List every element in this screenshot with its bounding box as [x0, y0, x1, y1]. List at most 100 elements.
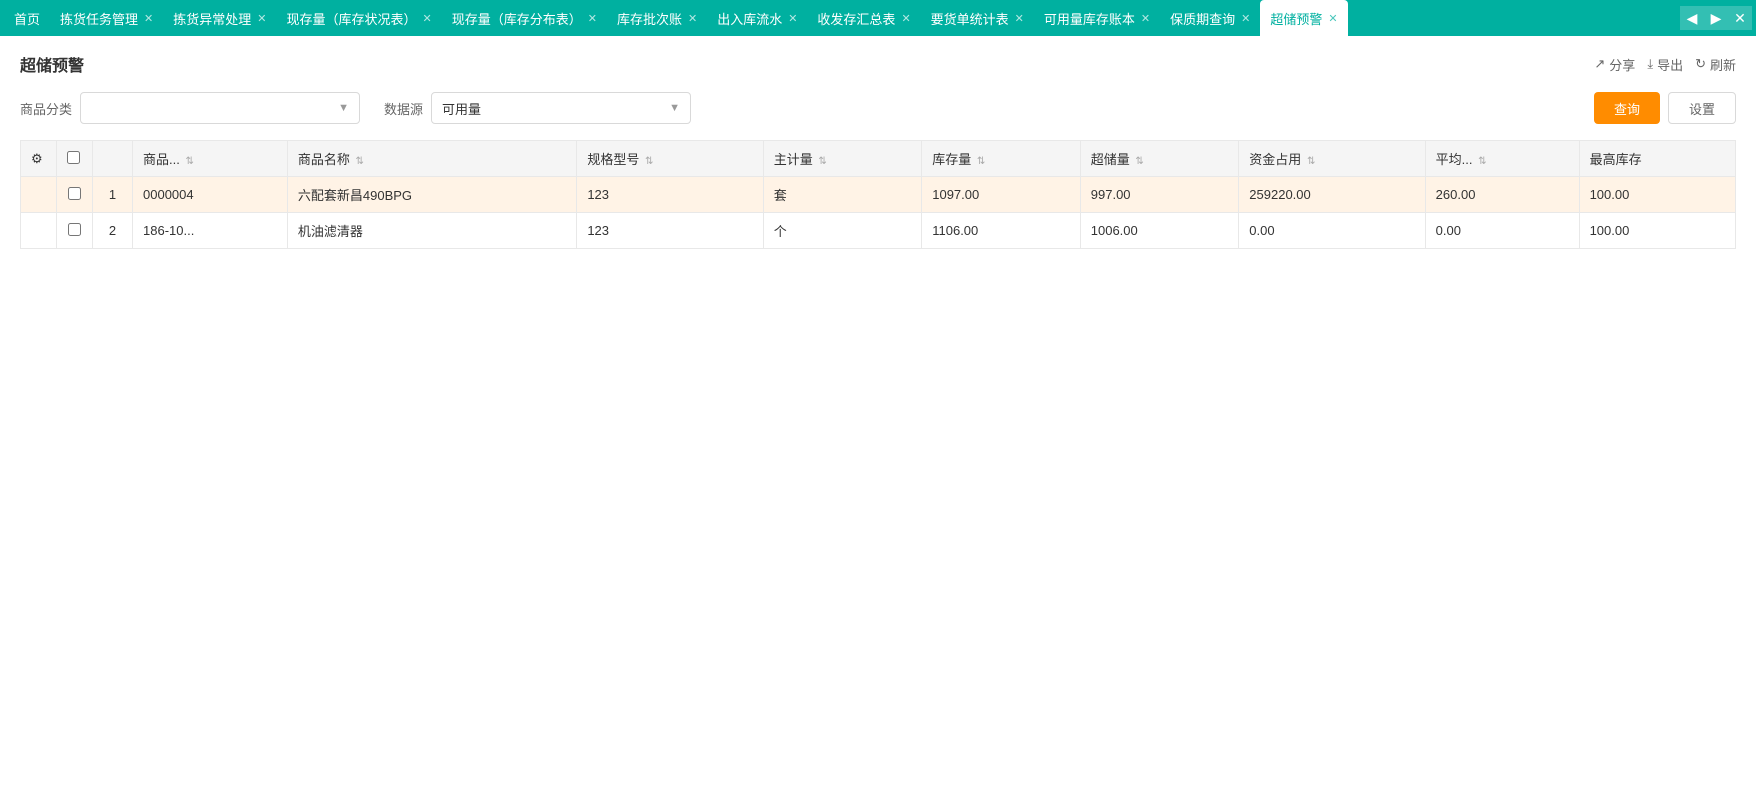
nav-arrow-right[interactable]: ▶: [1704, 6, 1728, 30]
col-overstock-header[interactable]: 超储量 ⇅: [1080, 141, 1239, 177]
datasource-select-value: 可用量: [442, 99, 481, 118]
page-title: 超储预警: [20, 52, 84, 76]
close-tab-task-mgmt[interactable]: ✕: [144, 12, 153, 25]
close-tab-abnormal[interactable]: ✕: [257, 12, 266, 25]
table-row: 2 186-10... 机油滤清器 123 个 1106.00 1006.00 …: [21, 213, 1736, 249]
close-tab-available-account[interactable]: ✕: [1141, 12, 1150, 25]
page-content: 超储预警 ↗ 分享 ⤓ 导出 ↻ 刷新 商品分类 ▼ 数据源: [0, 36, 1756, 800]
row-name-0: 六配套新昌490BPG: [287, 177, 576, 213]
nav-available-account[interactable]: 可用量库存账本 ✕: [1034, 0, 1160, 36]
sort-stock-icon: ⇅: [977, 156, 985, 167]
row-name-1: 机油滤清器: [287, 213, 576, 249]
row-check-0: [57, 177, 93, 213]
row-code-1: 186-10...: [133, 213, 288, 249]
col-unit-header[interactable]: 主计量 ⇅: [763, 141, 922, 177]
col-code-header[interactable]: 商品... ⇅: [133, 141, 288, 177]
col-gear-header: ⚙: [21, 141, 57, 177]
refresh-button[interactable]: ↻ 刷新: [1695, 55, 1736, 74]
col-name-header[interactable]: 商品名称 ⇅: [287, 141, 576, 177]
datasource-select[interactable]: 可用量 ▼: [431, 92, 691, 124]
nav-abnormal[interactable]: 拣货异常处理 ✕: [163, 0, 276, 36]
close-tab-inventory-status[interactable]: ✕: [423, 12, 432, 25]
share-button[interactable]: ↗ 分享: [1594, 55, 1635, 74]
header-actions: ↗ 分享 ⤓ 导出 ↻ 刷新: [1594, 55, 1736, 74]
row-overstock-1: 1006.00: [1080, 213, 1239, 249]
page-header: 超储预警 ↗ 分享 ⤓ 导出 ↻ 刷新: [20, 52, 1736, 76]
table-header-row: ⚙ 商品... ⇅ 商品名称 ⇅ 规格型号 ⇅: [21, 141, 1736, 177]
select-all-checkbox[interactable]: [67, 151, 80, 164]
sort-avg-icon: ⇅: [1478, 156, 1486, 167]
col-maxstock-header: 最高库存: [1579, 141, 1735, 177]
row-avg-0: 260.00: [1425, 177, 1579, 213]
close-tab-inout-flow[interactable]: ✕: [788, 12, 797, 25]
col-stock-header[interactable]: 库存量 ⇅: [922, 141, 1081, 177]
nav-quality-period[interactable]: 保质期查询 ✕: [1160, 0, 1260, 36]
row-stock-0: 1097.00: [922, 177, 1081, 213]
col-num-header: [93, 141, 133, 177]
row-overstock-0: 997.00: [1080, 177, 1239, 213]
row-check-1: [57, 213, 93, 249]
nav-home[interactable]: 首页: [4, 0, 50, 36]
row-checkbox-0[interactable]: [68, 187, 81, 200]
close-tab-collect-summary[interactable]: ✕: [901, 12, 910, 25]
col-avg-header[interactable]: 平均... ⇅: [1425, 141, 1579, 177]
nav-inout-flow[interactable]: 出入库流水 ✕: [707, 0, 807, 36]
close-tab-overstock-warning[interactable]: ✕: [1328, 12, 1337, 25]
datasource-filter: 数据源 可用量 ▼: [384, 92, 691, 124]
nav-task-mgmt[interactable]: 拣货任务管理 ✕: [50, 0, 163, 36]
table-row: 1 0000004 六配套新昌490BPG 123 套 1097.00 997.…: [21, 177, 1736, 213]
category-label: 商品分类: [20, 99, 72, 118]
nav-collect-summary[interactable]: 收发存汇总表 ✕: [807, 0, 920, 36]
sort-name-icon: ⇅: [356, 156, 364, 167]
nav-overstock-warning[interactable]: 超储预警 ✕: [1260, 0, 1347, 36]
category-select[interactable]: ▼: [80, 92, 360, 124]
export-icon: ⤓: [1647, 56, 1653, 72]
close-tab-requisition-stat[interactable]: ✕: [1015, 12, 1024, 25]
sort-unit-icon: ⇅: [818, 156, 826, 167]
export-button[interactable]: ⤓ 导出: [1647, 55, 1683, 74]
row-gear-1: [21, 213, 57, 249]
sort-overstock-icon: ⇅: [1135, 156, 1143, 167]
row-num-0: 1: [93, 177, 133, 213]
row-checkbox-1[interactable]: [68, 223, 81, 236]
row-stock-1: 1106.00: [922, 213, 1081, 249]
row-maxstock-1: 100.00: [1579, 213, 1735, 249]
row-avg-1: 0.00: [1425, 213, 1579, 249]
col-check-header: [57, 141, 93, 177]
row-num-1: 2: [93, 213, 133, 249]
close-tab-batch[interactable]: ✕: [688, 12, 697, 25]
sort-spec-icon: ⇅: [645, 156, 653, 167]
category-filter: 商品分类 ▼: [20, 92, 360, 124]
refresh-icon: ↻: [1695, 56, 1706, 72]
nav-inventory-dist[interactable]: 现存量（库存分布表） ✕: [442, 0, 607, 36]
query-button[interactable]: 查询: [1594, 92, 1660, 124]
nav-arrow-extra[interactable]: ✕: [1728, 6, 1752, 30]
nav-requisition-stat[interactable]: 要货单统计表 ✕: [921, 0, 1034, 36]
close-tab-quality-period[interactable]: ✕: [1241, 12, 1250, 25]
col-spec-header[interactable]: 规格型号 ⇅: [577, 141, 763, 177]
nav-arrows: ◀ ▶ ✕: [1680, 6, 1752, 30]
category-dropdown-icon: ▼: [338, 102, 349, 114]
nav-arrow-left[interactable]: ◀: [1680, 6, 1704, 30]
row-gear-0: [21, 177, 57, 213]
row-maxstock-0: 100.00: [1579, 177, 1735, 213]
share-icon: ↗: [1594, 56, 1605, 72]
gear-icon[interactable]: ⚙: [31, 151, 43, 166]
row-spec-1: 123: [577, 213, 763, 249]
set-button[interactable]: 设置: [1668, 92, 1736, 124]
nav-inventory-status[interactable]: 现存量（库存状况表） ✕: [276, 0, 441, 36]
row-unit-0: 套: [763, 177, 922, 213]
col-capital-header[interactable]: 资金占用 ⇅: [1239, 141, 1425, 177]
row-unit-1: 个: [763, 213, 922, 249]
data-table: ⚙ 商品... ⇅ 商品名称 ⇅ 规格型号 ⇅: [20, 140, 1736, 249]
row-spec-0: 123: [577, 177, 763, 213]
datasource-label: 数据源: [384, 99, 423, 118]
sort-capital-icon: ⇅: [1307, 156, 1315, 167]
sort-code-icon: ⇅: [185, 156, 193, 167]
top-nav: 首页 拣货任务管理 ✕ 拣货异常处理 ✕ 现存量（库存状况表） ✕ 现存量（库存…: [0, 0, 1756, 36]
nav-batch[interactable]: 库存批次账 ✕: [607, 0, 707, 36]
filter-buttons: 查询 设置: [1594, 92, 1736, 124]
close-tab-inventory-dist[interactable]: ✕: [588, 12, 597, 25]
filter-row: 商品分类 ▼ 数据源 可用量 ▼ 查询 设置: [20, 92, 1736, 124]
row-capital-1: 0.00: [1239, 213, 1425, 249]
